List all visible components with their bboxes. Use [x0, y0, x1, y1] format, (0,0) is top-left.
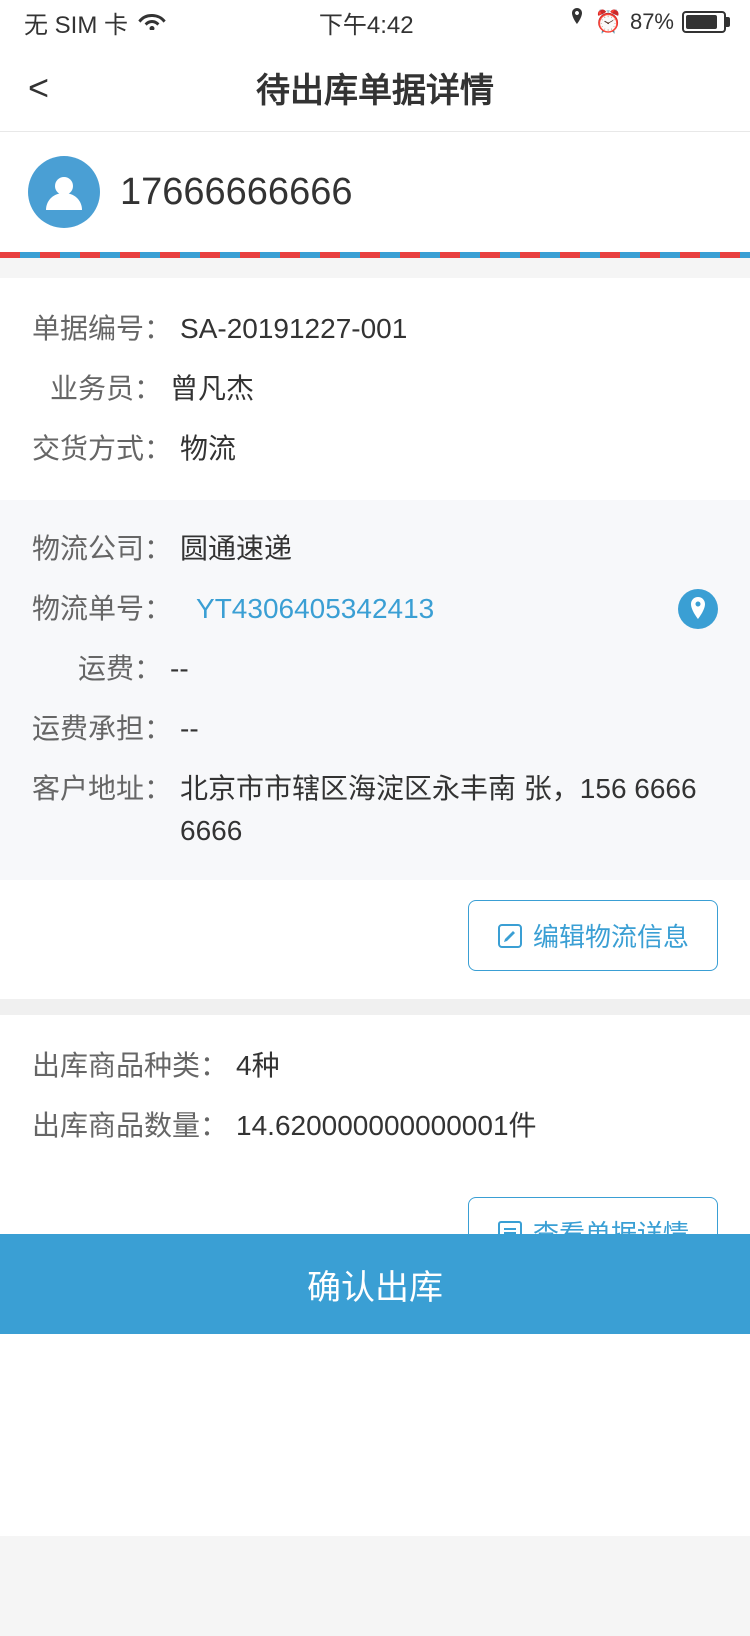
address-row: 客户地址： 北京市市辖区海淀区永丰南 张，156 6666 6666 [32, 768, 718, 852]
tracking-no-label: 物流单号： [32, 588, 172, 630]
freight-bearer-label: 运费承担： [32, 708, 172, 750]
carrier-text: 无 SIM 卡 [24, 5, 128, 40]
back-button[interactable]: < [28, 67, 49, 109]
goods-section: 出库商品种类： 4种 出库商品数量： 14.620000000000001件 [0, 1015, 750, 1177]
tracking-no-value: YT4306405342413 [188, 588, 662, 630]
agent-row: 业务员： 曾凡杰 [32, 368, 718, 410]
edit-logistics-label: 编辑物流信息 [533, 917, 689, 954]
section-separator [0, 999, 750, 1015]
order-no-row: 单据编号： SA-20191227-001 [32, 308, 718, 350]
status-bar: 无 SIM 卡 下午4:42 ⏰ 87% [0, 0, 750, 44]
delivery-method-row: 交货方式： 物流 [32, 428, 718, 470]
order-no-value: SA-20191227-001 [172, 308, 718, 350]
location-status-icon [567, 8, 587, 36]
battery-text: 87% [630, 9, 674, 35]
agent-label: 业务员： [32, 368, 162, 410]
freight-bearer-value: -- [172, 708, 718, 750]
freight-value: -- [162, 648, 718, 690]
goods-quantity-label: 出库商品数量： [32, 1105, 228, 1147]
status-left: 无 SIM 卡 [24, 5, 166, 40]
goods-type-value: 4种 [228, 1045, 718, 1087]
delivery-method-label: 交货方式： [32, 428, 172, 470]
tracking-no-row: 物流单号： YT4306405342413 [32, 588, 718, 630]
page-title: 待出库单据详情 [256, 63, 494, 112]
dashed-divider [0, 252, 750, 258]
freight-row: 运费： -- [32, 648, 718, 690]
logistics-company-value: 圆通速递 [172, 528, 718, 570]
goods-type-label: 出库商品种类： [32, 1045, 228, 1087]
alarm-icon: ⏰ [595, 9, 622, 35]
status-right: ⏰ 87% [567, 8, 726, 36]
goods-quantity-row: 出库商品数量： 14.620000000000001件 [32, 1105, 718, 1147]
nav-bar: < 待出库单据详情 [0, 44, 750, 132]
goods-quantity-value: 14.620000000000001件 [228, 1105, 718, 1147]
freight-bearer-row: 运费承担： -- [32, 708, 718, 750]
order-no-label: 单据编号： [32, 308, 172, 350]
goods-type-row: 出库商品种类： 4种 [32, 1045, 718, 1087]
tracking-location-icon[interactable] [678, 589, 718, 629]
logistics-company-label: 物流公司： [32, 528, 172, 570]
edit-logistics-row: 编辑物流信息 [0, 880, 750, 999]
logistics-company-row: 物流公司： 圆通速递 [32, 528, 718, 570]
address-value: 北京市市辖区海淀区永丰南 张，156 6666 6666 [172, 768, 718, 852]
confirm-button[interactable]: 确认出库 [0, 1234, 750, 1334]
battery-icon [682, 11, 726, 33]
user-header: 17666666666 [0, 132, 750, 252]
basic-info-section: 单据编号： SA-20191227-001 业务员： 曾凡杰 交货方式： 物流 [0, 278, 750, 500]
logistics-section: 物流公司： 圆通速递 物流单号： YT4306405342413 运费： -- … [0, 500, 750, 880]
agent-value: 曾凡杰 [162, 368, 718, 410]
status-time: 下午4:42 [319, 5, 414, 40]
freight-label: 运费： [32, 648, 162, 690]
address-label: 客户地址： [32, 768, 172, 810]
wifi-icon [138, 8, 166, 37]
edit-logistics-button[interactable]: 编辑物流信息 [468, 900, 718, 971]
avatar [28, 156, 100, 228]
delivery-method-value: 物流 [172, 428, 718, 470]
user-phone: 17666666666 [120, 171, 352, 214]
